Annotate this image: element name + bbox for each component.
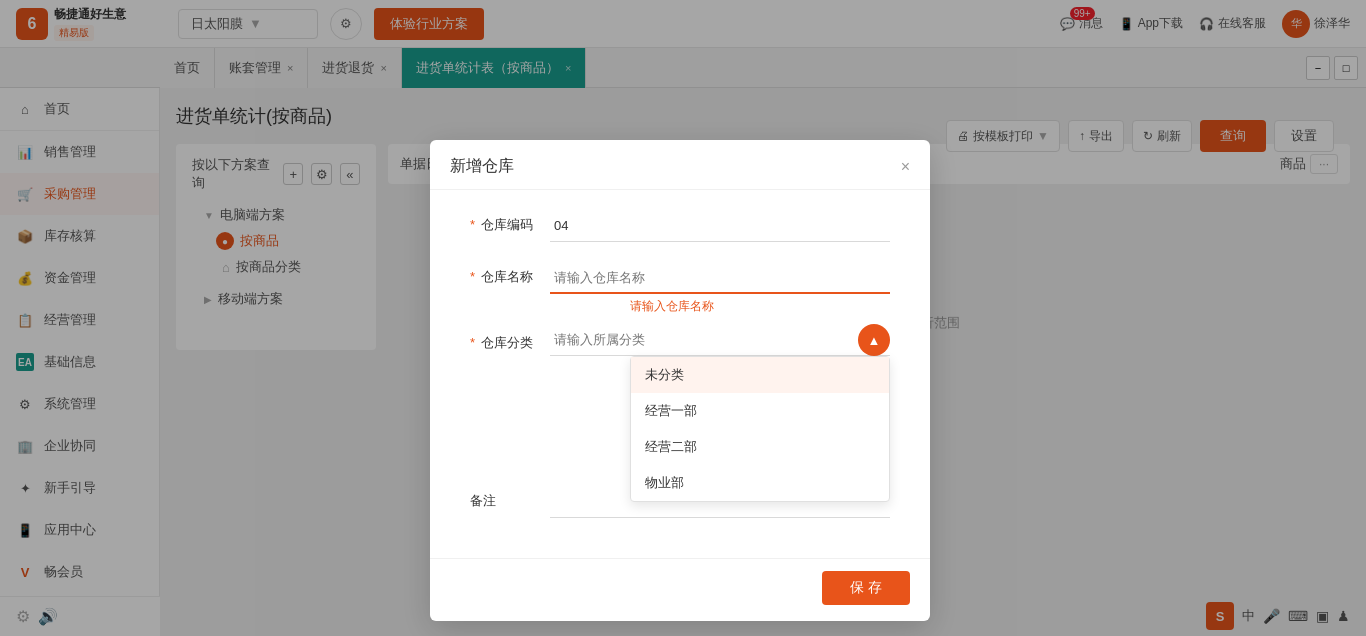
modal-title: 新增仓库	[450, 156, 514, 177]
add-warehouse-modal: 新增仓库 × * 仓库编码 * 仓库名称 请输入仓库名称 *	[430, 140, 930, 621]
modal-footer: 保 存	[430, 558, 930, 621]
chevron-up-icon: ▲	[868, 333, 881, 348]
modal-body: * 仓库编码 * 仓库名称 请输入仓库名称 * 仓库分类	[430, 190, 930, 558]
warehouse-code-row: * 仓库编码	[470, 210, 890, 242]
code-required-star: *	[470, 217, 475, 232]
save-button[interactable]: 保 存	[822, 571, 910, 605]
dropdown-item-1[interactable]: 经营一部	[631, 393, 889, 429]
warehouse-code-label: * 仓库编码	[470, 210, 550, 234]
modal-close-button[interactable]: ×	[901, 158, 910, 176]
category-select-wrapper: ▲ 未分类 经营一部 经营二部 物业部	[550, 324, 890, 356]
warehouse-name-input[interactable]	[550, 262, 890, 294]
warehouse-category-label: * 仓库分类	[470, 328, 550, 352]
dropdown-item-0[interactable]: 未分类	[631, 357, 889, 393]
category-required-star: *	[470, 335, 475, 350]
warehouse-name-row: * 仓库名称 请输入仓库名称	[470, 262, 890, 294]
category-dropdown-toggle[interactable]: ▲	[858, 324, 890, 356]
name-required-star: *	[470, 269, 475, 284]
warehouse-category-row: * 仓库分类 ▲ 未分类 经营一部 经营二部 物业部	[470, 324, 890, 356]
warehouse-code-input[interactable]	[550, 210, 890, 242]
warehouse-name-label: * 仓库名称	[470, 262, 550, 286]
category-dropdown-list: 未分类 经营一部 经营二部 物业部	[630, 356, 890, 502]
dropdown-item-3[interactable]: 物业部	[631, 465, 889, 501]
warehouse-note-label: 备注	[470, 486, 550, 510]
warehouse-category-input[interactable]	[550, 324, 890, 356]
modal-header: 新增仓库 ×	[430, 140, 930, 190]
name-input-wrapper: 请输入仓库名称	[550, 262, 890, 294]
dropdown-item-2[interactable]: 经营二部	[631, 429, 889, 465]
name-error-message: 请输入仓库名称	[630, 298, 714, 315]
